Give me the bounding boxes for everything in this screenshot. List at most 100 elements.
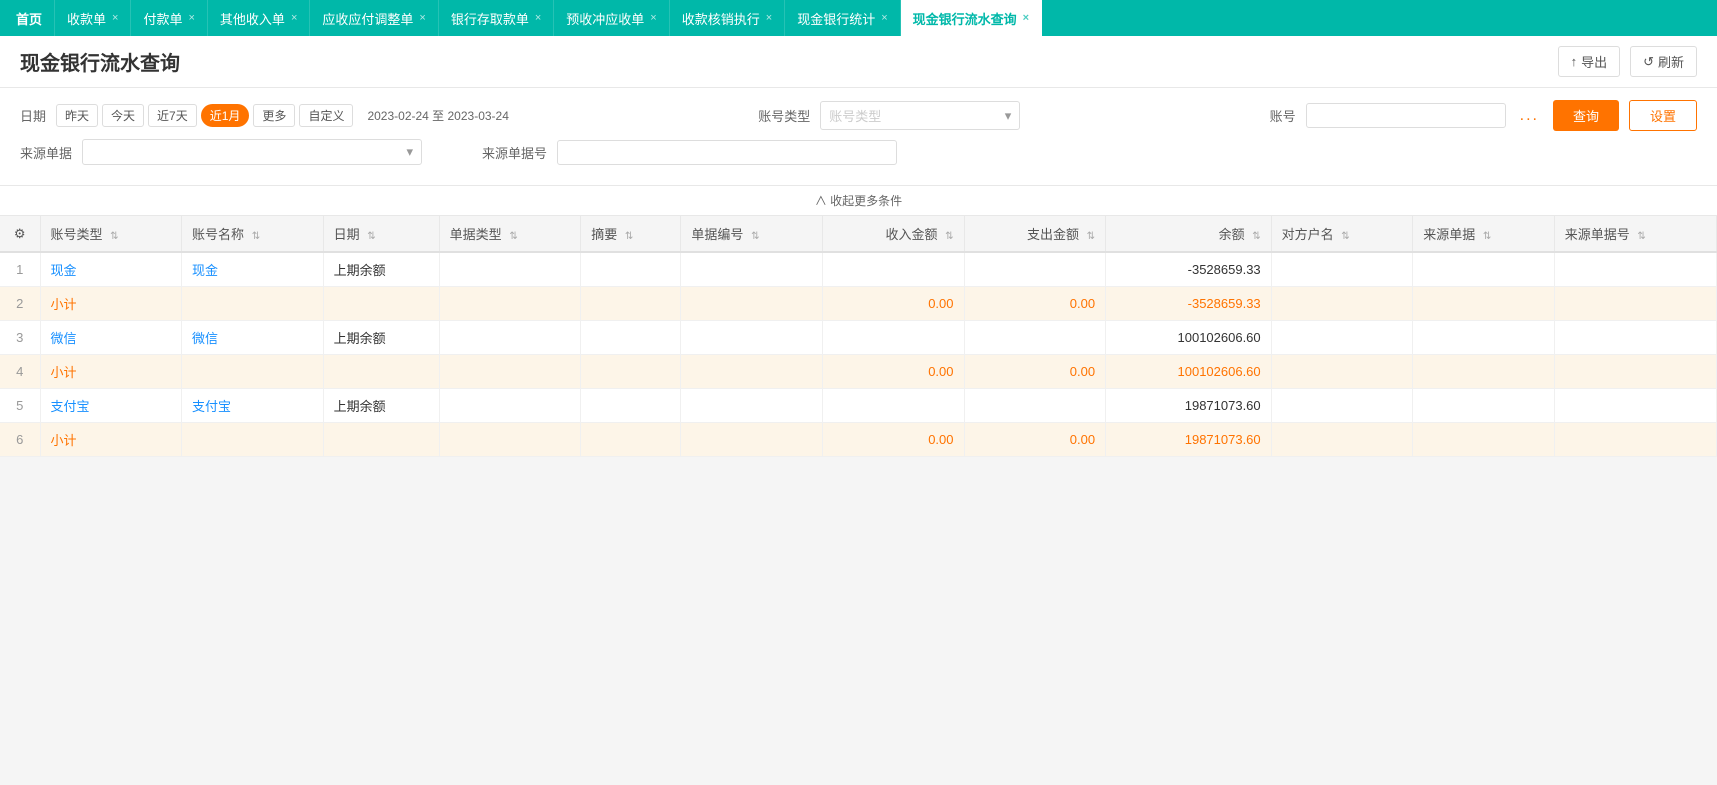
nav-item-other-income[interactable]: 其他收入单 × [208, 0, 310, 36]
table-cell-account_type[interactable]: 支付宝 [40, 389, 182, 423]
collapse-bar[interactable]: ∧ 收起更多条件 [0, 186, 1717, 216]
table-cell-counterpart [1271, 321, 1413, 355]
table-cell-source_doc_no [1554, 287, 1716, 321]
date-btn-7days[interactable]: 近7天 [148, 104, 197, 127]
account-input[interactable] [1306, 103, 1506, 128]
table-cell-doc_no [681, 287, 823, 321]
date-btn-more[interactable]: 更多 [253, 104, 295, 127]
close-icon[interactable]: × [766, 12, 772, 24]
table-cell-row_num: 3 [0, 321, 40, 355]
date-btn-yesterday[interactable]: 昨天 [56, 104, 98, 127]
nav-item-payment[interactable]: 付款单 × [131, 0, 207, 36]
table-cell-account_name[interactable]: 微信 [182, 321, 324, 355]
table-cell-expense [964, 252, 1106, 287]
col-account-name-label: 账号名称 [192, 227, 244, 242]
table-row: 4小计0.000.00100102606.60 [0, 355, 1717, 389]
table-cell-expense [964, 321, 1106, 355]
top-nav: 首页 收款单 × 付款单 × 其他收入单 × 应收应付调整单 × 银行存取款单 … [0, 0, 1717, 36]
query-button[interactable]: 查询 [1553, 100, 1619, 131]
close-icon[interactable]: × [1023, 12, 1029, 24]
nav-item-bank-flow[interactable]: 现金银行流水查询 × [901, 0, 1042, 36]
table-cell-date [323, 287, 439, 321]
close-icon[interactable]: × [419, 12, 425, 24]
page-header: 现金银行流水查询 ↑ 导出 ↺ 刷新 [0, 36, 1717, 88]
account-type-select[interactable]: 账号类型 ▾ [820, 101, 1020, 130]
table-cell-summary [581, 389, 681, 423]
date-btn-custom[interactable]: 自定义 [299, 104, 353, 127]
close-icon[interactable]: × [650, 12, 656, 24]
col-source-doc-no: 来源单据号 ⇅ [1554, 216, 1716, 252]
sort-icon[interactable]: ⇅ [625, 231, 633, 242]
col-source-doc-no-label: 来源单据号 [1565, 227, 1630, 242]
chevron-down-icon: ▾ [406, 144, 413, 160]
sort-icon[interactable]: ⇅ [110, 231, 118, 242]
table-cell-date: 上期余额 [323, 252, 439, 287]
sort-icon[interactable]: ⇅ [1637, 231, 1645, 242]
nav-item-bank-stats[interactable]: 现金银行统计 × [785, 0, 900, 36]
source-doc-no-input[interactable] [557, 140, 897, 165]
col-income: 收入金额 ⇅ [822, 216, 964, 252]
table-cell-doc_type [439, 423, 581, 457]
table-cell-source_doc [1413, 389, 1555, 423]
table-cell-account_name[interactable]: 支付宝 [182, 389, 324, 423]
nav-item-bank-deposit[interactable]: 银行存取款单 × [439, 0, 554, 36]
table-cell-date: 上期余额 [323, 321, 439, 355]
settings-button[interactable]: 设置 [1629, 100, 1697, 131]
table-cell-row_num: 2 [0, 287, 40, 321]
dots-button[interactable]: ... [1516, 107, 1543, 125]
close-icon[interactable]: × [535, 12, 541, 24]
table-cell-account_name [182, 423, 324, 457]
sort-icon[interactable]: ⇅ [945, 231, 953, 242]
col-income-label: 收入金额 [885, 227, 937, 242]
date-btn-1month[interactable]: 近1月 [201, 104, 250, 127]
sort-icon[interactable]: ⇅ [252, 231, 260, 242]
table-wrapper: ⚙ 账号类型 ⇅ 账号名称 ⇅ 日期 ⇅ 单据类型 ⇅ [0, 216, 1717, 457]
source-doc-label: 来源单据 [20, 143, 72, 162]
source-doc-select[interactable]: ▾ [82, 139, 422, 165]
sort-icon[interactable]: ⇅ [1087, 231, 1095, 242]
table-cell-account_type[interactable]: 现金 [40, 252, 182, 287]
table-cell-account_name[interactable]: 现金 [182, 252, 324, 287]
sort-icon[interactable]: ⇅ [1341, 231, 1349, 242]
export-button[interactable]: ↑ 导出 [1558, 46, 1621, 77]
table-cell-doc_type [439, 355, 581, 389]
col-expense-label: 支出金额 [1027, 227, 1079, 242]
table-cell-date [323, 423, 439, 457]
table-cell-source_doc_no [1554, 321, 1716, 355]
sort-icon[interactable]: ⇅ [509, 231, 517, 242]
table-header-row: ⚙ 账号类型 ⇅ 账号名称 ⇅ 日期 ⇅ 单据类型 ⇅ [0, 216, 1717, 252]
table-cell-doc_type [439, 389, 581, 423]
col-counterpart: 对方户名 ⇅ [1271, 216, 1413, 252]
table-cell-account_type[interactable]: 微信 [40, 321, 182, 355]
gear-icon[interactable]: ⚙ [14, 226, 26, 241]
sort-icon[interactable]: ⇅ [751, 231, 759, 242]
col-balance: 余额 ⇅ [1106, 216, 1272, 252]
table-cell-balance: 19871073.60 [1106, 423, 1272, 457]
nav-item-collection-exec[interactable]: 收款核销执行 × [670, 0, 785, 36]
close-icon[interactable]: × [291, 12, 297, 24]
sort-icon[interactable]: ⇅ [1483, 231, 1491, 242]
sort-icon[interactable]: ⇅ [1252, 231, 1260, 242]
close-icon[interactable]: × [881, 12, 887, 24]
nav-item-ar-ap-adjust[interactable]: 应收应付调整单 × [310, 0, 438, 36]
nav-item-prepay-offset[interactable]: 预收冲应收单 × [554, 0, 669, 36]
close-icon[interactable]: × [112, 12, 118, 24]
col-date-label: 日期 [334, 227, 360, 242]
nav-item-home[interactable]: 首页 [4, 0, 55, 36]
nav-item-receipt[interactable]: 收款单 × [55, 0, 131, 36]
table-cell-source_doc_no [1554, 252, 1716, 287]
close-icon[interactable]: × [188, 12, 194, 24]
sort-icon[interactable]: ⇅ [367, 231, 375, 242]
table-row: 5支付宝支付宝上期余额19871073.60 [0, 389, 1717, 423]
table-cell-source_doc [1413, 321, 1555, 355]
table-cell-row_num: 1 [0, 252, 40, 287]
table-cell-income [822, 321, 964, 355]
table-row: 3微信微信上期余额100102606.60 [0, 321, 1717, 355]
table-cell-account_type: 小计 [40, 355, 182, 389]
date-btn-today[interactable]: 今天 [102, 104, 144, 127]
table-cell-income: 0.00 [822, 355, 964, 389]
refresh-button[interactable]: ↺ 刷新 [1630, 46, 1697, 77]
table-cell-counterpart [1271, 355, 1413, 389]
table-cell-source_doc_no [1554, 355, 1716, 389]
table-cell-summary [581, 321, 681, 355]
